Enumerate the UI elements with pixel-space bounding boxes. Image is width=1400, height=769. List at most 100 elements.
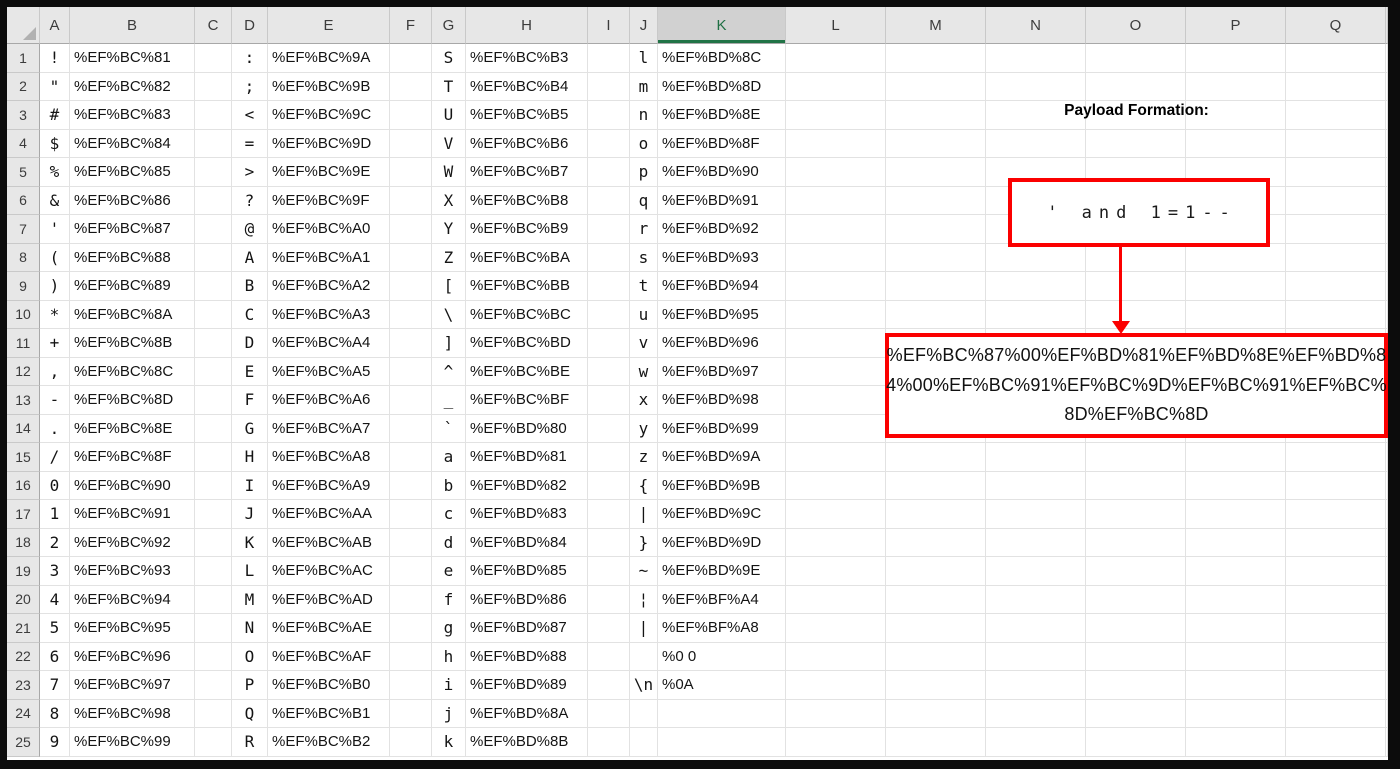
column-header-A[interactable]: A <box>40 7 70 44</box>
cell-O8[interactable] <box>1086 243 1186 272</box>
cell-N21[interactable] <box>986 614 1086 643</box>
cell-A25[interactable]: 9 <box>40 728 70 757</box>
cell-H23[interactable]: %EF%BD%89 <box>466 671 588 700</box>
cell-N15[interactable] <box>986 443 1086 472</box>
cell-I22[interactable] <box>588 642 630 671</box>
cell-F12[interactable] <box>390 357 432 386</box>
cell-D19[interactable]: L <box>232 557 268 586</box>
cell-K24[interactable] <box>658 699 786 728</box>
cell-H13[interactable]: %EF%BC%BF <box>466 386 588 415</box>
cell-K12[interactable]: %EF%BD%97 <box>658 357 786 386</box>
cell-K13[interactable]: %EF%BD%98 <box>658 386 786 415</box>
cell-L12[interactable] <box>786 357 886 386</box>
cell-B7[interactable]: %EF%BC%87 <box>70 215 195 244</box>
cell-B8[interactable]: %EF%BC%88 <box>70 243 195 272</box>
cell-O18[interactable] <box>1086 528 1186 557</box>
row-header-3[interactable]: 3 <box>7 101 40 130</box>
cell-N18[interactable] <box>986 528 1086 557</box>
cell-C20[interactable] <box>195 585 232 614</box>
cell-D4[interactable]: = <box>232 129 268 158</box>
cell-L1[interactable] <box>786 44 886 73</box>
cell-C23[interactable] <box>195 671 232 700</box>
cell-P22[interactable] <box>1186 642 1286 671</box>
cell-F6[interactable] <box>390 186 432 215</box>
cell-L6[interactable] <box>786 186 886 215</box>
cell-J11[interactable]: v <box>630 329 658 358</box>
cell-K19[interactable]: %EF%BD%9E <box>658 557 786 586</box>
row-header-22[interactable]: 22 <box>7 642 40 671</box>
cell-Q20[interactable] <box>1286 585 1386 614</box>
cell-E9[interactable]: %EF%BC%A2 <box>268 272 390 301</box>
cell-F16[interactable] <box>390 471 432 500</box>
cell-B11[interactable]: %EF%BC%8B <box>70 329 195 358</box>
payload-shape-box[interactable]: ' and 1=1-- <box>1008 178 1270 247</box>
cell-D12[interactable]: E <box>232 357 268 386</box>
cell-D14[interactable]: G <box>232 414 268 443</box>
cell-P21[interactable] <box>1186 614 1286 643</box>
cell-F23[interactable] <box>390 671 432 700</box>
column-header-F[interactable]: F <box>390 7 432 44</box>
cell-D13[interactable]: F <box>232 386 268 415</box>
cell-I23[interactable] <box>588 671 630 700</box>
cell-I25[interactable] <box>588 728 630 757</box>
cell-Q5[interactable] <box>1286 158 1386 187</box>
cell-E8[interactable]: %EF%BC%A1 <box>268 243 390 272</box>
cell-C10[interactable] <box>195 300 232 329</box>
cell-M18[interactable] <box>886 528 986 557</box>
cell-L4[interactable] <box>786 129 886 158</box>
cell-L17[interactable] <box>786 500 886 529</box>
cell-I7[interactable] <box>588 215 630 244</box>
cell-F11[interactable] <box>390 329 432 358</box>
cell-G17[interactable]: c <box>432 500 466 529</box>
cell-Q15[interactable] <box>1286 443 1386 472</box>
down-arrow-icon[interactable] <box>1119 247 1122 323</box>
cell-C2[interactable] <box>195 72 232 101</box>
cell-Q1[interactable] <box>1286 44 1386 73</box>
cell-K4[interactable]: %EF%BD%8F <box>658 129 786 158</box>
cell-B3[interactable]: %EF%BC%83 <box>70 101 195 130</box>
cell-J4[interactable]: o <box>630 129 658 158</box>
row-header-17[interactable]: 17 <box>7 500 40 529</box>
cell-G7[interactable]: Y <box>432 215 466 244</box>
cell-C13[interactable] <box>195 386 232 415</box>
cell-F14[interactable] <box>390 414 432 443</box>
cell-Q25[interactable] <box>1286 728 1386 757</box>
cell-M10[interactable] <box>886 300 986 329</box>
cell-D1[interactable]: : <box>232 44 268 73</box>
cell-N22[interactable] <box>986 642 1086 671</box>
cell-H12[interactable]: %EF%BC%BE <box>466 357 588 386</box>
cell-L9[interactable] <box>786 272 886 301</box>
cell-B13[interactable]: %EF%BC%8D <box>70 386 195 415</box>
cell-K10[interactable]: %EF%BD%95 <box>658 300 786 329</box>
cell-A16[interactable]: 0 <box>40 471 70 500</box>
cell-I16[interactable] <box>588 471 630 500</box>
cell-E10[interactable]: %EF%BC%A3 <box>268 300 390 329</box>
cell-J10[interactable]: u <box>630 300 658 329</box>
cell-J23[interactable]: \n <box>630 671 658 700</box>
cell-K20[interactable]: %EF%BF%A4 <box>658 585 786 614</box>
cell-D22[interactable]: O <box>232 642 268 671</box>
cell-G6[interactable]: X <box>432 186 466 215</box>
cell-N9[interactable] <box>986 272 1086 301</box>
column-header-N[interactable]: N <box>986 7 1086 44</box>
cell-C7[interactable] <box>195 215 232 244</box>
cell-N4[interactable] <box>986 129 1086 158</box>
cell-E17[interactable]: %EF%BC%AA <box>268 500 390 529</box>
cell-L13[interactable] <box>786 386 886 415</box>
cell-L16[interactable] <box>786 471 886 500</box>
cell-P20[interactable] <box>1186 585 1286 614</box>
cell-L14[interactable] <box>786 414 886 443</box>
row-header-10[interactable]: 10 <box>7 300 40 329</box>
cell-E4[interactable]: %EF%BC%9D <box>268 129 390 158</box>
cell-C9[interactable] <box>195 272 232 301</box>
cell-L20[interactable] <box>786 585 886 614</box>
cell-K16[interactable]: %EF%BD%9B <box>658 471 786 500</box>
cell-I10[interactable] <box>588 300 630 329</box>
row-header-15[interactable]: 15 <box>7 443 40 472</box>
cell-J1[interactable]: l <box>630 44 658 73</box>
cell-B24[interactable]: %EF%BC%98 <box>70 699 195 728</box>
cell-J20[interactable]: ¦ <box>630 585 658 614</box>
cell-G5[interactable]: W <box>432 158 466 187</box>
cell-B25[interactable]: %EF%BC%99 <box>70 728 195 757</box>
cell-E1[interactable]: %EF%BC%9A <box>268 44 390 73</box>
